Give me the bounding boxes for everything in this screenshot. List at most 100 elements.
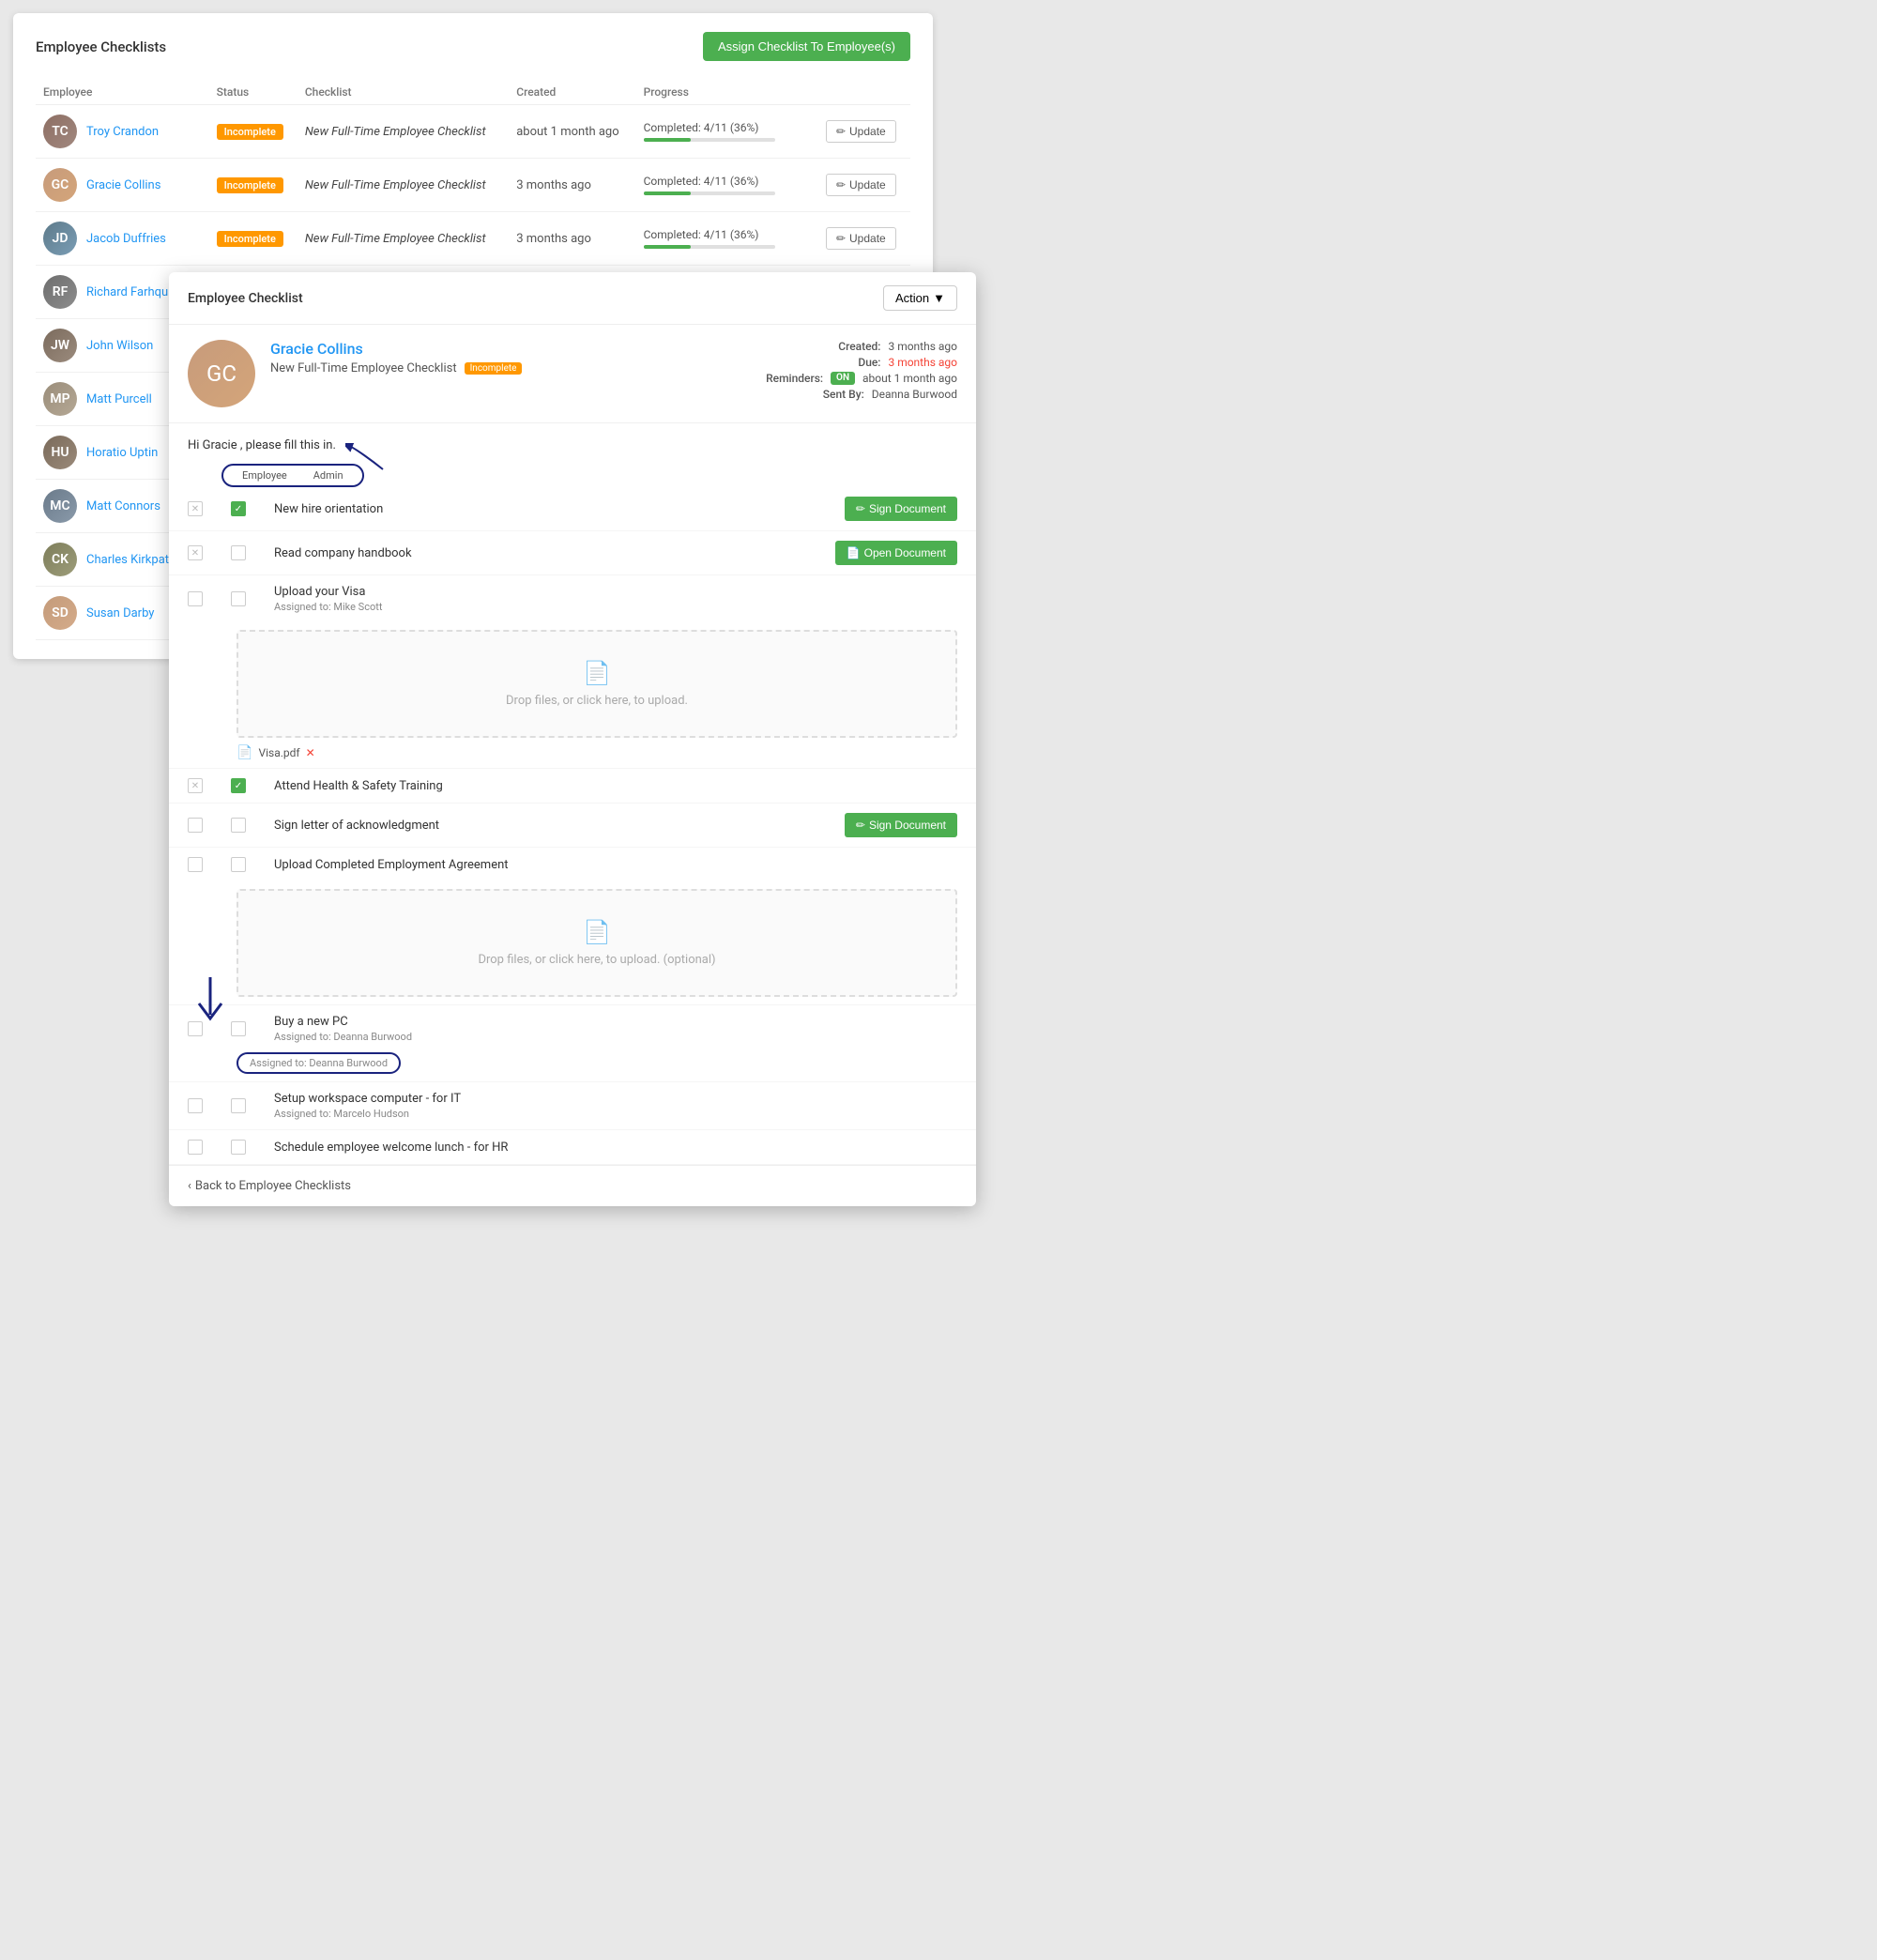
employee-name-link[interactable]: Matt Purcell: [86, 392, 152, 406]
meta-sentby-row: Sent By: Deanna Burwood: [766, 388, 957, 401]
table-row[interactable]: GC Gracie Collins IncompleteNew Full-Tim…: [36, 159, 910, 212]
admin-checkbox[interactable]: ✓: [231, 501, 246, 516]
employee-checkbox[interactable]: [188, 818, 203, 833]
employee-name-link[interactable]: Troy Crandon: [86, 125, 159, 139]
action-cell[interactable]: ✏ Update: [818, 212, 910, 266]
open-document-button[interactable]: 📄 Open Document: [835, 541, 957, 565]
edit-icon: ✏: [836, 232, 846, 245]
progress-bar-fill: [644, 245, 691, 249]
admin-checkbox[interactable]: ✓: [231, 778, 246, 793]
employee-checkbox[interactable]: [188, 591, 203, 606]
fg-checklist-info: New Full-Time Employee Checklist Incompl…: [270, 361, 751, 375]
action-cell[interactable]: ✏ Update: [818, 105, 910, 159]
employee-checkbox[interactable]: ✕: [188, 501, 203, 516]
task-row-main: Sign letter of acknowledgment ✏ Sign Doc…: [169, 804, 976, 847]
avatar: SD: [43, 596, 77, 630]
meta-due-label: Due:: [858, 356, 880, 369]
col-progress: Progress: [636, 80, 818, 105]
col-status: Status: [209, 80, 298, 105]
avatar: TC: [43, 115, 77, 148]
admin-checkbox[interactable]: [231, 591, 246, 606]
update-button[interactable]: ✏ Update: [826, 227, 896, 250]
employee-name-link[interactable]: Richard Farhquar: [86, 285, 179, 299]
checkbox-group: [188, 1098, 263, 1113]
avatar-img: HU: [43, 436, 77, 469]
progress-bar-bg: [644, 191, 775, 195]
employee-name-link[interactable]: Gracie Collins: [86, 178, 160, 192]
task-info: Setup workspace computer - for IT Assigne…: [274, 1092, 957, 1120]
fg-card-header: Employee Checklist Action ▼: [169, 272, 976, 325]
progress-text: Completed: 4/11 (36%): [644, 121, 811, 134]
employee-checkbox[interactable]: [188, 857, 203, 872]
checkbox-group: [188, 857, 263, 872]
fg-checklist-name-text: New Full-Time Employee Checklist: [270, 361, 457, 375]
employee-name-link[interactable]: Horatio Uptin: [86, 446, 158, 460]
task-info: Upload Completed Employment Agreement: [274, 858, 957, 872]
employee-checkbox[interactable]: [188, 1098, 203, 1113]
upload-text: Drop files, or click here, to upload.: [506, 694, 688, 708]
checkbox-group: ✕: [188, 545, 263, 560]
admin-checkbox[interactable]: [231, 1140, 246, 1155]
task-info: New hire orientation: [274, 502, 833, 516]
employee-name-link[interactable]: Matt Connors: [86, 499, 160, 513]
admin-checkbox[interactable]: [231, 1021, 246, 1036]
avatar: MP: [43, 382, 77, 416]
employee-info: TC Troy Crandon: [43, 115, 202, 148]
col-action: [818, 80, 910, 105]
employee-cell: JD Jacob Duffries: [36, 212, 209, 266]
status-cell: Incomplete: [209, 212, 298, 266]
checkbox-group: [188, 591, 263, 606]
upload-zone[interactable]: 📄 Drop files, or click here, to upload.: [237, 630, 957, 738]
employee-checkbox[interactable]: ✕: [188, 778, 203, 793]
employee-name-link[interactable]: John Wilson: [86, 339, 153, 353]
task-name: Schedule employee welcome lunch - for HR: [274, 1141, 957, 1155]
task-row: ✕ ✓ Attend Health & Safety Training: [169, 769, 976, 804]
meta-due-row: Due: 3 months ago: [766, 356, 957, 369]
back-to-checklists-link[interactable]: ‹ Back to Employee Checklists: [188, 1179, 351, 1193]
admin-checkbox[interactable]: [231, 857, 246, 872]
fg-employee-name: Gracie Collins: [270, 340, 751, 358]
file-remove-button[interactable]: ✕: [306, 746, 315, 759]
employee-name-link[interactable]: Jacob Duffries: [86, 232, 166, 246]
admin-checkbox[interactable]: [231, 1098, 246, 1113]
task-info: Read company handbook: [274, 546, 824, 560]
greeting-text: Hi Gracie , please fill this in.: [169, 423, 976, 460]
action-cell[interactable]: ✏ Update: [818, 159, 910, 212]
admin-checkbox[interactable]: [231, 818, 246, 833]
avatar-initials: GC: [206, 360, 237, 387]
upload-zone[interactable]: 📄 Drop files, or click here, to upload. …: [237, 889, 957, 997]
task-row: ✕ ✓ New hire orientation ✏ Sign Document: [169, 487, 976, 531]
file-name: Visa.pdf: [258, 746, 299, 759]
reminders-toggle[interactable]: ON: [831, 372, 855, 385]
admin-checkbox[interactable]: [231, 545, 246, 560]
task-row-main: Upload Completed Employment Agreement: [169, 848, 976, 881]
employee-name-link[interactable]: Susan Darby: [86, 606, 154, 620]
task-name: Setup workspace computer - for IT: [274, 1092, 957, 1106]
progress-bar-fill: [644, 191, 691, 195]
task-row-main: ✕ Read company handbook 📄 Open Document: [169, 531, 976, 574]
table-row[interactable]: JD Jacob Duffries Incomplete New Full-Tim…: [36, 212, 910, 266]
created-cell: 3 months ago: [509, 159, 635, 212]
table-row[interactable]: TC Troy Crandon IncompleteNew Full-Time …: [36, 105, 910, 159]
update-button[interactable]: ✏ Update: [826, 120, 896, 143]
sign-document-button[interactable]: ✏ Sign Document: [845, 813, 957, 837]
task-assigned: Assigned to: Marcelo Hudson: [274, 1108, 957, 1120]
employee-checkbox[interactable]: [188, 1140, 203, 1155]
assign-checklist-button[interactable]: Assign Checklist To Employee(s): [703, 32, 910, 61]
bg-card-title: Employee Checklists: [36, 38, 166, 55]
task-assigned: Assigned to: Mike Scott: [274, 601, 957, 613]
avatar: CK: [43, 543, 77, 576]
fg-card-title: Employee Checklist: [188, 291, 303, 306]
status-cell: Incomplete: [209, 159, 298, 212]
task-assigned: Assigned to: Deanna Burwood: [274, 1031, 957, 1043]
avatar-img: MP: [43, 382, 77, 416]
sign-icon: ✏: [856, 819, 865, 832]
upload-icon: 📄: [257, 660, 937, 686]
update-button[interactable]: ✏ Update: [826, 174, 896, 196]
checklist-name: New Full-Time Employee Checklist: [305, 232, 486, 246]
task-row: Upload Completed Employment Agreement 📄 …: [169, 848, 976, 1005]
bg-card-header: Employee Checklists Assign Checklist To …: [36, 32, 910, 61]
sign-document-button[interactable]: ✏ Sign Document: [845, 497, 957, 521]
employee-checkbox[interactable]: ✕: [188, 545, 203, 560]
action-dropdown-button[interactable]: Action ▼: [883, 285, 957, 311]
